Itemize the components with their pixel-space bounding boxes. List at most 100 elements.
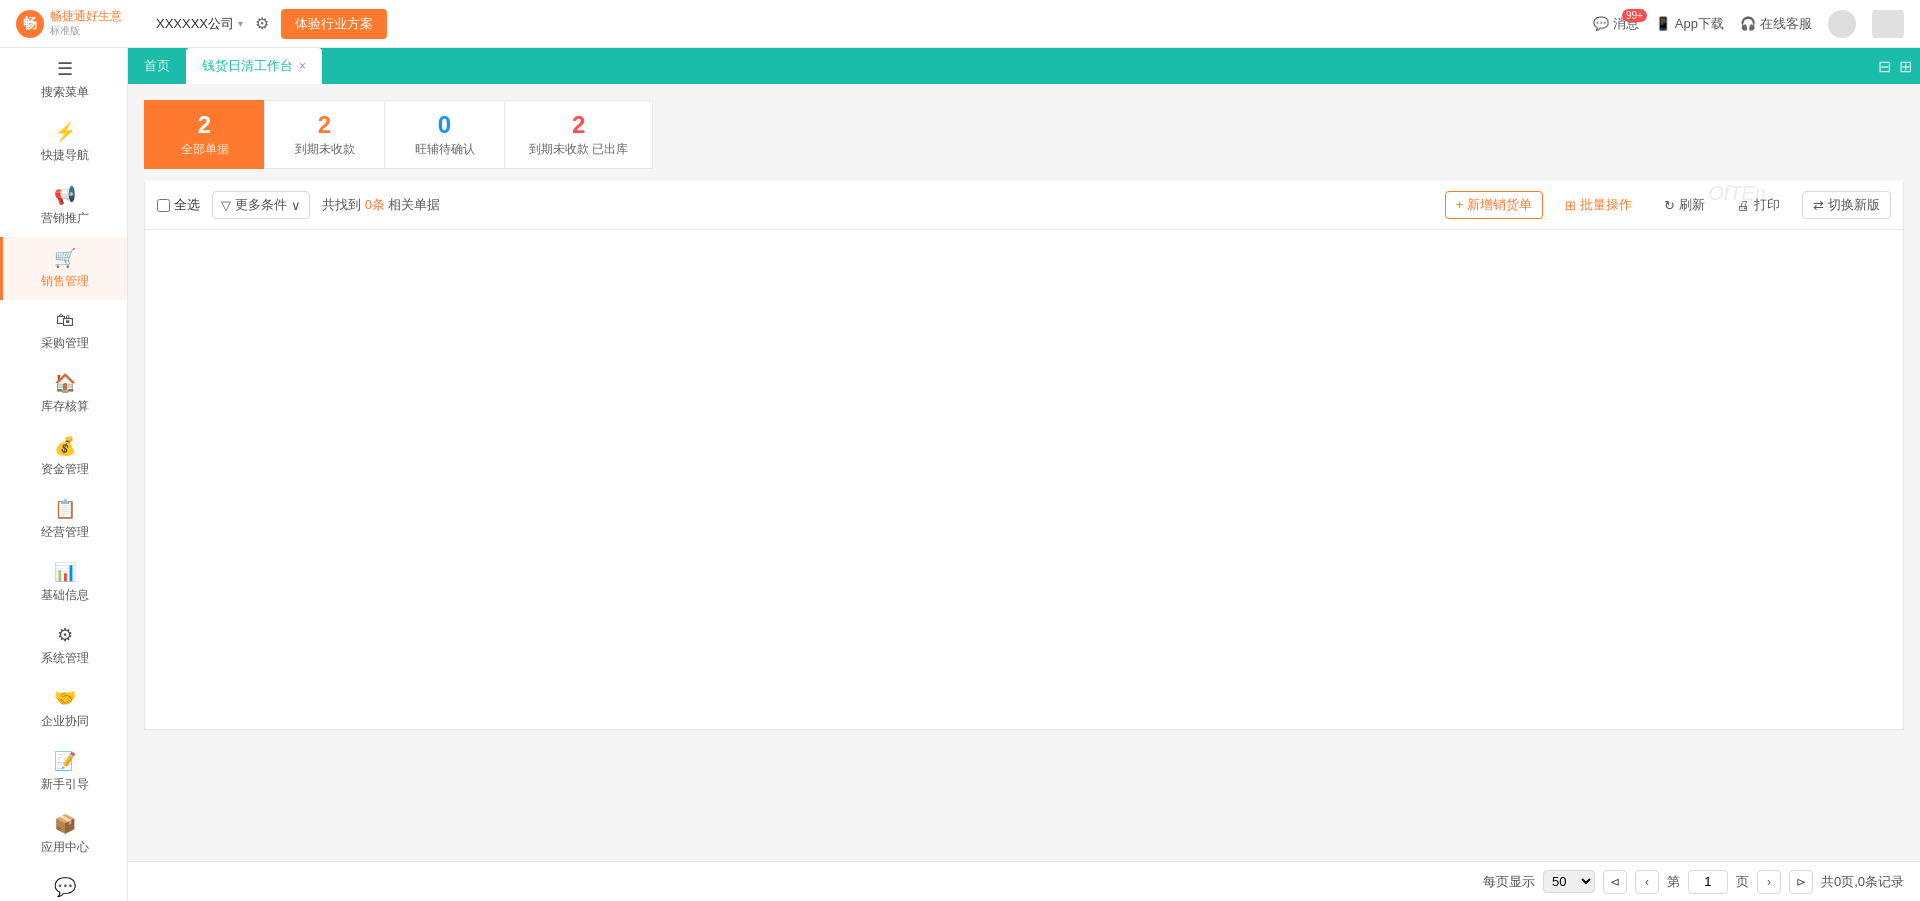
stat-card-wangwang[interactable]: 0 旺辅待确认	[384, 100, 504, 169]
stat-label-overdue-shipped: 到期未收款 已出库	[529, 141, 628, 158]
chevron-down-icon: ▾	[238, 18, 243, 29]
filter-label: 更多条件	[235, 196, 287, 214]
sidebar-item-label: 基础信息	[41, 587, 89, 604]
select-all-checkbox[interactable]	[157, 199, 170, 212]
next-page-btn[interactable]: ›	[1757, 870, 1781, 894]
print-icon: 🖨	[1737, 198, 1750, 213]
stat-num-all: 2	[198, 111, 211, 139]
stats-tabs: 2 全部单据 2 到期未收款 0 旺辅待确认 2 到期未收款 已出库	[144, 100, 1904, 169]
app-center-icon: 📦	[54, 813, 76, 835]
online-service-btn[interactable]: 🎧 在线客服	[1740, 15, 1812, 33]
user-dropdown[interactable]	[1872, 10, 1904, 38]
sidebar-item-inventory[interactable]: 🏠 库存核算	[0, 362, 127, 425]
found-count: 0条	[365, 197, 385, 212]
main-content: 2 全部单据 2 到期未收款 0 旺辅待确认 2 到期未收款 已出库 全选 ▽ …	[128, 84, 1920, 901]
sidebar-item-label: 库存核算	[41, 398, 89, 415]
experience-btn[interactable]: 体验行业方案	[281, 9, 387, 39]
system-icon: ⚙	[57, 624, 73, 646]
sidebar-item-marketing[interactable]: 📢 营销推广	[0, 174, 127, 237]
refresh-icon: ↻	[1664, 198, 1675, 213]
tab-work-bench[interactable]: 钱货日清工作台 ×	[186, 48, 322, 84]
stat-card-overdue-shipped[interactable]: 2 到期未收款 已出库	[504, 100, 653, 169]
stat-card-overdue[interactable]: 2 到期未收款	[264, 100, 384, 169]
select-all-label[interactable]: 全选	[157, 196, 200, 214]
filter-btn[interactable]: ▽ 更多条件 ∨	[212, 191, 310, 219]
service-icon: 🎧	[1740, 16, 1756, 31]
page-suffix: 页	[1736, 873, 1749, 891]
last-page-btn[interactable]: ⊳	[1789, 870, 1813, 894]
tab-maximize-icon[interactable]: ⊞	[1899, 57, 1912, 76]
refresh-btn[interactable]: ↻ 刷新	[1654, 192, 1715, 218]
corp-wechat-icon: 💬	[54, 876, 76, 898]
sidebar-item-corp-wechat[interactable]: 💬 企业微信	[0, 866, 127, 901]
sidebar-item-label: 快捷导航	[41, 147, 89, 164]
sidebar-item-sales[interactable]: 🛒 销售管理	[0, 237, 127, 300]
batch-label: 批量操作	[1580, 196, 1632, 214]
sidebar-item-system[interactable]: ⚙ 系统管理	[0, 614, 127, 677]
batch-icon: ⊞	[1565, 198, 1576, 213]
online-service-label: 在线客服	[1760, 15, 1812, 33]
sales-icon: 🛒	[54, 247, 76, 269]
pagination-summary: 共0页,0条记录	[1821, 873, 1904, 891]
sidebar: ☰ 搜索菜单 ⚡ 快捷导航 📢 营销推广 🛒 销售管理 🛍 采购管理 🏠 库存核…	[0, 48, 128, 901]
app-download-label: App下载	[1675, 15, 1724, 33]
add-sales-btn[interactable]: + 新增销货单	[1445, 191, 1543, 219]
message-icon: 💬	[1593, 16, 1609, 31]
sidebar-item-corp-collab[interactable]: 🤝 企业协同	[0, 677, 127, 740]
tab-home-label: 首页	[144, 57, 170, 75]
sidebar-item-quick-nav[interactable]: ⚡ 快捷导航	[0, 111, 127, 174]
operations-icon: 📋	[54, 498, 76, 520]
sidebar-item-app-center[interactable]: 📦 应用中心	[0, 803, 127, 866]
inventory-icon: 🏠	[54, 372, 76, 394]
found-text: 共找到 0条 相关单据	[322, 196, 440, 214]
sidebar-item-label: 新手引导	[41, 776, 89, 793]
batch-btn[interactable]: ⊞ 批量操作	[1555, 192, 1642, 218]
app-download-btn[interactable]: 📱 App下载	[1655, 15, 1724, 33]
corp-collab-icon: 🤝	[54, 687, 76, 709]
filter-chevron-icon: ∨	[291, 198, 301, 213]
sidebar-item-label: 营销推广	[41, 210, 89, 227]
per-page-select[interactable]: 50 100 200	[1543, 870, 1595, 893]
avatar[interactable]	[1828, 10, 1856, 38]
sidebar-item-finance[interactable]: 💰 资金管理	[0, 425, 127, 488]
stat-label-wangwang: 旺辅待确认	[415, 141, 475, 158]
message-btn[interactable]: 💬 消息 99+	[1593, 15, 1639, 33]
refresh-label: 刷新	[1679, 196, 1705, 214]
sidebar-item-guide[interactable]: 📝 新手引导	[0, 740, 127, 803]
sidebar-item-label: 应用中心	[41, 839, 89, 856]
filter-icon: ▽	[221, 198, 231, 213]
toolbar-right: + 新增销货单 ⊞ 批量操作 ↻ 刷新 🖨 打印 ⇄ 切换新版	[1445, 191, 1891, 219]
sidebar-item-operations[interactable]: 📋 经营管理	[0, 488, 127, 551]
stat-label-overdue: 到期未收款	[295, 141, 355, 158]
sidebar-item-label: 资金管理	[41, 461, 89, 478]
switch-btn[interactable]: ⇄ 切换新版	[1802, 191, 1891, 219]
stat-num-overdue: 2	[318, 111, 331, 139]
finance-icon: 💰	[54, 435, 76, 457]
download-icon: 📱	[1655, 16, 1671, 31]
per-page-label: 每页显示	[1483, 873, 1535, 891]
tabs-right: ⊟ ⊞	[1878, 57, 1920, 76]
tab-close-icon[interactable]: ×	[299, 59, 306, 73]
tab-workbench-label: 钱货日清工作台	[202, 57, 293, 75]
header-left: 畅 畅捷通好生意 标准版 XXXXXX公司 ▾ ⚙ 体验行业方案	[16, 9, 387, 39]
header: 畅 畅捷通好生意 标准版 XXXXXX公司 ▾ ⚙ 体验行业方案 💬 消息 99…	[0, 0, 1920, 48]
print-btn[interactable]: 🖨 打印	[1727, 192, 1790, 218]
first-page-btn[interactable]: ⊲	[1603, 870, 1627, 894]
sidebar-item-label: 系统管理	[41, 650, 89, 667]
tab-minimize-icon[interactable]: ⊟	[1878, 57, 1891, 76]
stat-card-all[interactable]: 2 全部单据	[144, 100, 264, 169]
found-suffix: 相关单据	[388, 197, 440, 212]
sidebar-item-label: 销售管理	[41, 273, 89, 290]
company-selector[interactable]: XXXXXX公司 ▾	[156, 15, 243, 33]
page-input[interactable]	[1688, 870, 1728, 894]
prev-page-btn[interactable]: ‹	[1635, 870, 1659, 894]
tab-home[interactable]: 首页	[128, 48, 186, 84]
sidebar-item-search-menu[interactable]: ☰ 搜索菜单	[0, 48, 127, 111]
sidebar-item-purchase[interactable]: 🛍 采购管理	[0, 300, 127, 362]
stat-num-overdue-shipped: 2	[572, 111, 585, 139]
settings-icon[interactable]: ⚙	[255, 14, 269, 33]
sidebar-item-base-info[interactable]: 📊 基础信息	[0, 551, 127, 614]
purchase-icon: 🛍	[56, 310, 74, 331]
search-menu-icon: ☰	[57, 58, 73, 80]
pagination-bar: 每页显示 50 100 200 ⊲ ‹ 第 页 › ⊳ 共0页,0条记录	[128, 861, 1920, 901]
